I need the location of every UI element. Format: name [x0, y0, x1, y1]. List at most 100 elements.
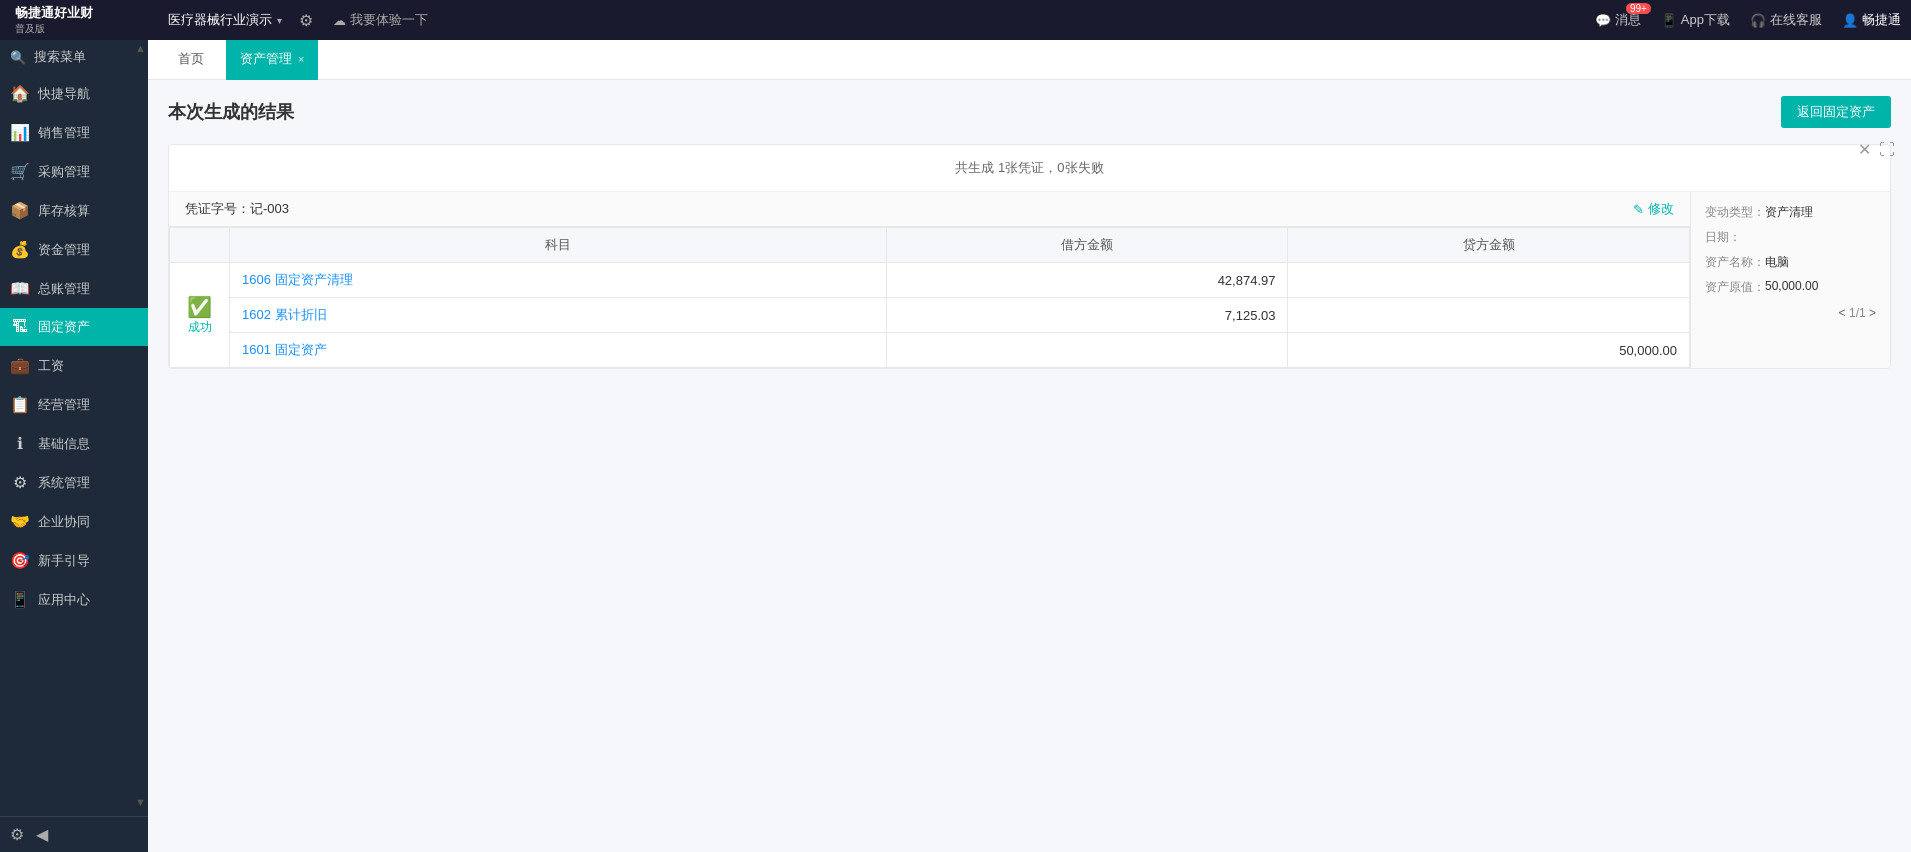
edit-button[interactable]: ✎ 修改 — [1633, 200, 1674, 218]
app-download-label: App下载 — [1681, 11, 1730, 29]
sidebar-item-system[interactable]: ⚙ 系统管理 — [0, 463, 148, 502]
app-name: 畅捷通好业财 — [15, 4, 93, 22]
subject-link-1[interactable]: 1606 固定资产清理 — [242, 272, 353, 287]
sidebar-item-sales[interactable]: 📊 销售管理 — [0, 113, 148, 152]
asset-name-value: 电脑 — [1765, 254, 1789, 271]
online-service-button[interactable]: 🎧 在线客服 — [1750, 11, 1822, 29]
table-cell-subject-3[interactable]: 1601 固定资产 — [230, 333, 887, 368]
experience-button[interactable]: ☁ 我要体验一下 — [333, 11, 432, 29]
sidebar-item-operations[interactable]: 📋 经营管理 — [0, 385, 148, 424]
sidebar-bottom: ⚙ ◀ — [0, 816, 148, 852]
table-cell-credit-3: 50,000.00 — [1288, 333, 1690, 368]
side-info-original-value: 资产原值： 50,000.00 — [1705, 279, 1876, 296]
table-cell-subject-2[interactable]: 1602 累计折旧 — [230, 298, 887, 333]
tab-asset-management[interactable]: 资产管理 × — [226, 40, 318, 80]
subject-link-3[interactable]: 1601 固定资产 — [242, 342, 327, 357]
sidebar-scroll-down[interactable]: ▼ — [135, 796, 146, 808]
sidebar-item-label: 经营管理 — [38, 396, 90, 414]
sidebar-item-label: 企业协同 — [38, 513, 90, 531]
asset-name-label: 资产名称： — [1705, 254, 1765, 271]
sidebar-item-label: 销售管理 — [38, 124, 90, 142]
edit-label: 修改 — [1648, 200, 1674, 218]
page-title: 本次生成的结果 — [168, 100, 294, 124]
close-panel-icon[interactable]: ✕ — [1858, 140, 1871, 159]
original-value-value: 50,000.00 — [1765, 279, 1818, 296]
cloud-icon: ☁ — [333, 13, 346, 28]
result-summary: 共生成 1张凭证，0张失败 — [169, 145, 1890, 192]
sidebar-item-label: 新手引导 — [38, 552, 90, 570]
side-info-panel: 变动类型： 资产清理 日期： 资产名称： 电脑 资产原值： — [1690, 192, 1890, 368]
sidebar-item-basics[interactable]: ℹ 基础信息 — [0, 424, 148, 463]
tab-home[interactable]: 首页 — [164, 40, 218, 80]
bell-icon: 💬 — [1595, 13, 1611, 28]
home-icon: 🏠 — [10, 84, 30, 103]
table-cell-debit-2: 7,125.03 — [886, 298, 1288, 333]
app-center-icon: 📱 — [10, 590, 30, 609]
sidebar-item-guide[interactable]: 🎯 新手引导 — [0, 541, 148, 580]
notifications-button[interactable]: 💬 消息 99+ — [1595, 11, 1641, 29]
sidebar-item-capital[interactable]: 💰 资金管理 — [0, 230, 148, 269]
logo-area: 畅捷通好业财 普及版 — [10, 4, 158, 36]
success-status-cell: ✅ 成功 — [170, 263, 230, 368]
success-label: 成功 — [182, 319, 217, 336]
inventory-icon: 📦 — [10, 201, 30, 220]
sidebar-item-label: 采购管理 — [38, 163, 90, 181]
tab-home-label: 首页 — [178, 50, 204, 68]
sidebar-item-label: 库存核算 — [38, 202, 90, 220]
top-header: 畅捷通好业财 普及版 医疗器械行业演示 ▾ ⚙ ☁ 我要体验一下 💬 消息 99… — [0, 0, 1911, 40]
gear-icon[interactable]: ⚙ — [299, 11, 313, 30]
sidebar-item-inventory[interactable]: 📦 库存核算 — [0, 191, 148, 230]
sidebar-item-purchase[interactable]: 🛒 采购管理 — [0, 152, 148, 191]
table-row: ✅ 成功 1606 固定资产清理 42,874.97 — [170, 263, 1690, 298]
basics-icon: ℹ — [10, 434, 30, 453]
sales-icon: 📊 — [10, 123, 30, 142]
subject-link-2[interactable]: 1602 累计折旧 — [242, 307, 327, 322]
user-profile[interactable]: 👤 畅捷通 — [1842, 11, 1901, 29]
result-panel: 共生成 1张凭证，0张失败 凭证字号：记-003 ✎ 修改 — [168, 144, 1891, 369]
header-right: 💬 消息 99+ 📱 App下载 🎧 在线客服 👤 畅捷通 — [1595, 11, 1901, 29]
sidebar-item-label: 应用中心 — [38, 591, 90, 609]
sidebar-item-enterprise[interactable]: 🤝 企业协同 — [0, 502, 148, 541]
sidebar-item-app-center[interactable]: 📱 应用中心 — [0, 580, 148, 619]
page-content: ✕ ⛶ 本次生成的结果 返回固定资产 共生成 1张凭证，0张失败 凭证字号：记-… — [148, 80, 1911, 852]
panel-controls: ✕ ⛶ — [1858, 140, 1895, 159]
tab-close-icon[interactable]: × — [298, 53, 304, 65]
table-header-debit: 借方金额 — [886, 228, 1288, 263]
company-name: 医疗器械行业演示 — [168, 11, 272, 29]
sidebar-item-label: 搜索菜单 — [34, 48, 86, 66]
content-area: 首页 资产管理 × ✕ ⛶ 本次生成的结果 返回固定资产 共生成 1张凭证，0张… — [148, 40, 1911, 852]
main-layout: ▲ 🔍 搜索菜单 🏠 快捷导航 📊 销售管理 🛒 采购管理 📦 库存核算 💰 资… — [0, 40, 1911, 852]
back-to-fixed-assets-button[interactable]: 返回固定资产 — [1781, 96, 1891, 128]
settings-icon[interactable]: ⚙ — [10, 825, 24, 844]
pagination-info: 1/1 — [1849, 306, 1869, 320]
pagination: < 1/1 > — [1705, 306, 1876, 320]
next-page-icon[interactable]: > — [1869, 306, 1876, 320]
company-selector[interactable]: 医疗器械行业演示 ▾ — [168, 11, 287, 29]
system-icon: ⚙ — [10, 473, 30, 492]
success-checkmark-icon: ✅ — [182, 295, 217, 319]
sidebar-scroll-up[interactable]: ▲ — [135, 42, 146, 54]
tab-bar: 首页 资产管理 × — [148, 40, 1911, 80]
change-type-value: 资产清理 — [1765, 204, 1813, 221]
collapse-icon[interactable]: ◀ — [36, 825, 48, 844]
table-header-credit: 贷方金额 — [1288, 228, 1690, 263]
table-cell-debit-1: 42,874.97 — [886, 263, 1288, 298]
sidebar-item-fixed-assets[interactable]: 🏗 固定资产 — [0, 308, 148, 346]
side-info-asset-name: 资产名称： 电脑 — [1705, 254, 1876, 271]
sidebar-item-search[interactable]: 🔍 搜索菜单 — [0, 40, 148, 74]
edit-icon: ✎ — [1633, 202, 1644, 217]
ledger-icon: 📖 — [10, 279, 30, 298]
sidebar-item-salary[interactable]: 💼 工资 — [0, 346, 148, 385]
notifications-badge: 99+ — [1626, 3, 1651, 14]
avatar-icon: 👤 — [1842, 13, 1858, 28]
phone-icon: 📱 — [1661, 13, 1677, 28]
capital-icon: 💰 — [10, 240, 30, 259]
expand-panel-icon[interactable]: ⛶ — [1879, 141, 1895, 159]
sidebar-item-quick-nav[interactable]: 🏠 快捷导航 — [0, 74, 148, 113]
app-download-button[interactable]: 📱 App下载 — [1661, 11, 1730, 29]
table-cell-subject-1[interactable]: 1606 固定资产清理 — [230, 263, 887, 298]
experience-label: 我要体验一下 — [350, 11, 428, 29]
prev-page-icon[interactable]: < — [1839, 306, 1846, 320]
tab-active-label: 资产管理 — [240, 50, 292, 68]
sidebar-item-ledger[interactable]: 📖 总账管理 — [0, 269, 148, 308]
